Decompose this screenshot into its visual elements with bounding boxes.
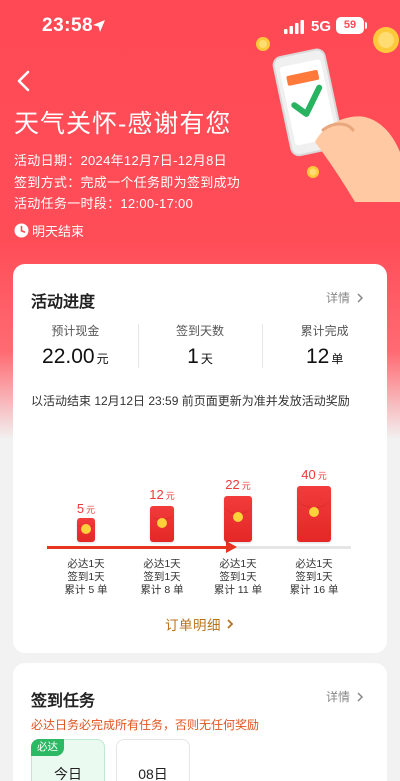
stat-label: 签到天数 [176,324,225,338]
stat-value: 22.00 [42,345,95,368]
day-tab-08[interactable]: 08日 [116,739,190,781]
task-warning: 必达日务必完成所有任务，否则无任何奖励 [31,718,260,732]
sign-method: 签到方式：完成一个任务即为签到成功 [14,175,241,190]
phone-check-illustration [256,27,400,202]
chevron-right-icon [227,619,234,629]
milestone-amount: 40 [301,467,316,482]
milestone-line: 签到1天 [295,571,333,583]
milestone-unit: 元 [86,505,96,515]
stat-completed-orders: 累计完成 12 单 [262,320,387,376]
milestone-line: 累计 11 单 [213,584,263,596]
progress-arrow-icon [226,541,237,553]
day-label: 08日 [138,766,168,781]
milestone-unit: 元 [317,471,327,481]
milestone-line: 累计 8 单 [140,584,184,596]
stat-sign-days: 签到天数 1天 [137,320,263,376]
activity-date: 活动日期：2024年12月7日-12月8日 [14,153,227,168]
stat-label: 预计现金 [51,324,100,338]
progress-detail-label: 详情 [325,291,350,305]
stat-label: 累计完成 [300,324,349,338]
must-reach-badge: 必达 [31,739,64,756]
milestone-unit: 元 [165,491,175,501]
stat-estimated-cash: 预计现金 22.00 元 [13,320,138,376]
progress-detail-link[interactable]: 详情 [326,289,365,306]
end-notice-row: 明天结束 [14,221,84,239]
task-period: 活动任务一时段：12:00-17:00 [14,196,194,211]
milestone-line: 签到1天 [143,571,181,583]
milestone-amount: 22 [225,477,240,492]
stat-unit: 天 [200,352,213,366]
milestone-amount: 12 [149,487,164,502]
chevron-right-icon [357,292,364,303]
milestone-line: 必达1天 [67,558,105,570]
stat-value: 1 [187,345,199,368]
tasks-card-title: 签到任务 [31,693,96,710]
milestone-unit: 元 [241,481,251,491]
red-envelope-icon [150,506,174,542]
stat-unit: 单 [331,352,344,366]
milestone-amount: 5 [76,501,85,516]
day-tab-today[interactable]: 必达 今日 [31,739,105,781]
page-title: 天气关怀-感谢有您 [14,110,232,138]
day-label: 今日 [54,766,82,781]
back-arrow-icon[interactable] [12,68,38,94]
milestone-line: 必达1天 [143,558,181,570]
milestone-track: 5元 必达1天 签到1天 累计 5 单 12 元 必达1天 签到1天 累计 8 单… [13,454,387,624]
progress-track [47,541,351,553]
end-notice: 明天结束 [32,223,85,239]
reward-notice: 以活动结束 12月12日 23:59 前页面更新为准并发放活动奖励 [31,394,350,408]
milestone-line: 累计 16 单 [289,584,339,596]
clock-icon [14,223,29,237]
progress-track-fill [47,546,232,549]
order-detail-link[interactable]: 订单明细 [13,614,387,634]
progress-stats: 预计现金 22.00 元 签到天数 1天 累计完成 12 单 [13,320,387,376]
location-arrow-icon [93,20,105,32]
milestone-line: 必达1天 [295,558,333,570]
milestone-line: 签到1天 [67,571,105,583]
milestone-line: 签到1天 [219,571,257,583]
red-envelope-icon [224,496,252,542]
red-envelope-icon [297,486,331,542]
status-time: 23:58 [42,15,94,36]
sign-tasks-card: 签到任务 详情 必达日务必完成所有任务，否则无任何奖励 必达 今日 08日 [13,663,387,781]
order-detail-label: 订单明细 [165,618,221,633]
stat-unit: 元 [96,352,109,366]
chevron-right-icon [357,691,364,702]
milestone-line: 累计 5 单 [64,584,108,596]
tasks-detail-link[interactable]: 详情 [326,688,365,705]
milestone-line: 必达1天 [219,558,257,570]
progress-card-title: 活动进度 [31,294,96,311]
activity-progress-card: 活动进度 详情 预计现金 22.00 元 签到天数 1天 累计完成 12 单 以活动… [13,264,387,653]
red-envelope-icon [77,518,95,542]
stat-value: 12 [305,345,330,368]
tasks-detail-label: 详情 [325,690,350,704]
